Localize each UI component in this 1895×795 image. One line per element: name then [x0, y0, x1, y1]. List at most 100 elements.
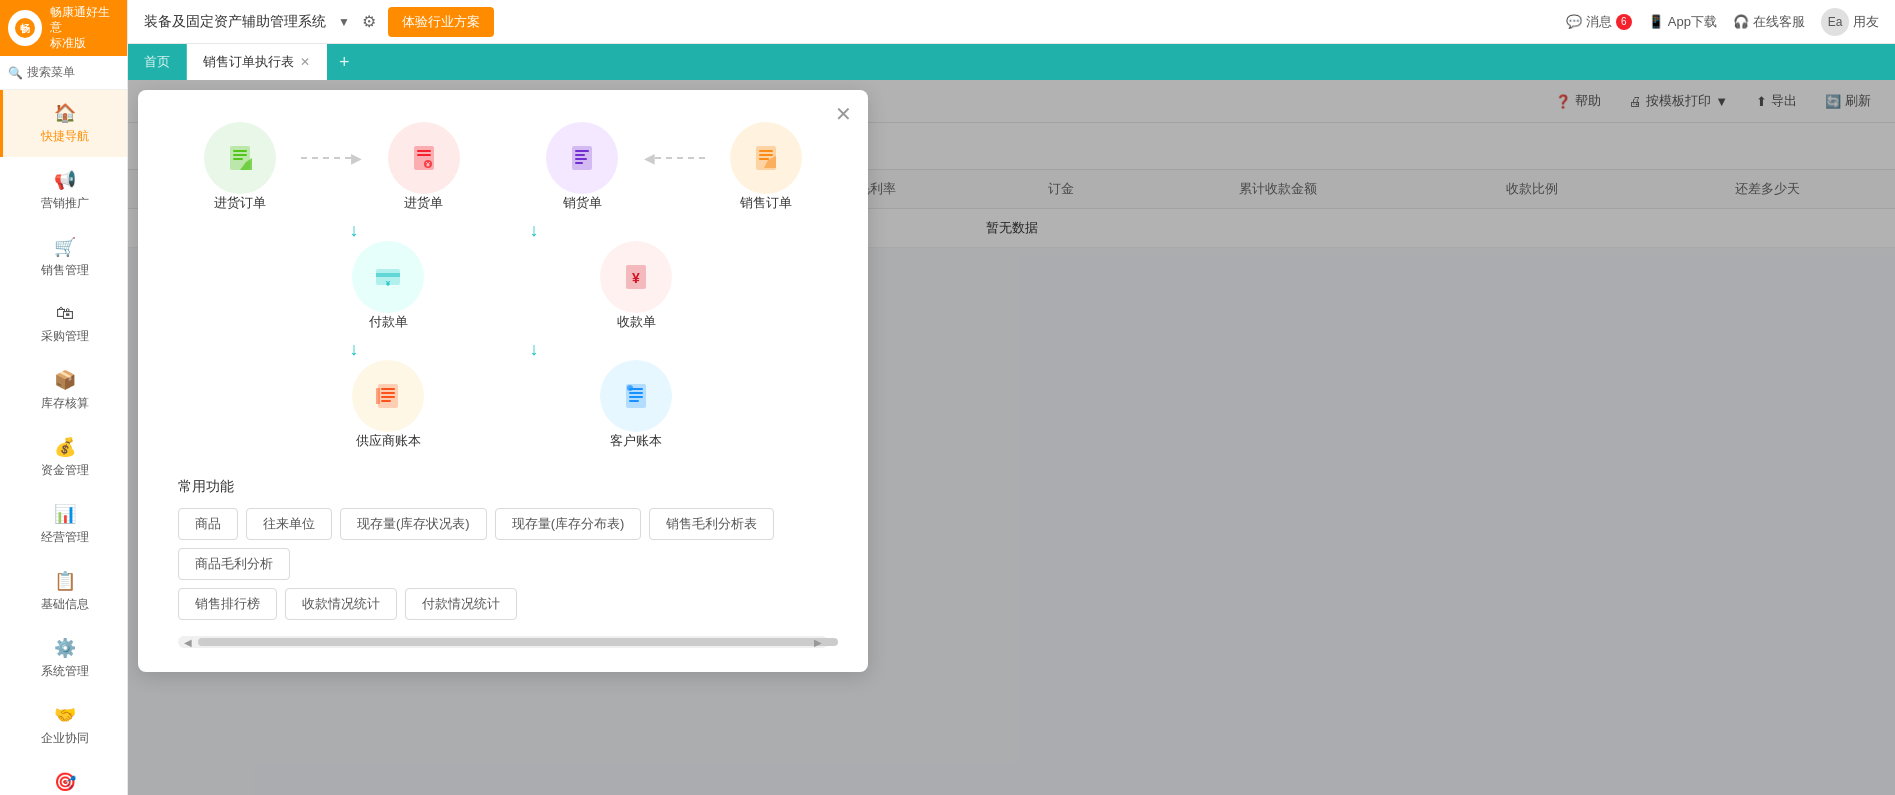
scrollbar-thumb[interactable]: [198, 638, 838, 646]
common-funcs-title: 常用功能: [178, 478, 828, 496]
payment-icon: ¥: [352, 241, 424, 313]
sidebar-item-system[interactable]: ⚙️ 系统管理: [0, 625, 127, 692]
marketing-icon: 📢: [54, 169, 76, 191]
online-service-btn[interactable]: 🎧 在线客服: [1733, 13, 1805, 31]
tab-sales-order[interactable]: 销售订单执行表 ✕: [187, 44, 327, 80]
download-icon: 📱: [1648, 14, 1664, 29]
down-arrows-row-2: ↓ ↓: [178, 339, 828, 360]
search-icon: 🔍: [8, 66, 23, 80]
svg-rect-26: [381, 388, 395, 390]
newbie-icon: 🎯: [54, 771, 76, 793]
sidebar-item-operations[interactable]: 📊 经营管理: [0, 491, 127, 558]
sidebar-item-collab[interactable]: 🤝 企业协同: [0, 692, 127, 759]
svg-rect-29: [381, 400, 391, 402]
svg-rect-33: [629, 392, 643, 394]
tab-home[interactable]: 首页: [128, 44, 187, 80]
flow-row-1: 进货订单 ▶ ¥: [178, 122, 828, 212]
svg-rect-34: [629, 396, 643, 398]
svg-text:¥: ¥: [386, 279, 391, 288]
svg-rect-15: [575, 162, 583, 164]
flow-item-customer-ledger[interactable]: 客户账本: [566, 360, 706, 450]
sidebar: 畅 畅康通好生意 标准版 🔍 搜索菜单 🏠 快捷导航 📢 营销推广 🛒 销售管理: [0, 0, 128, 795]
overlay[interactable]: ✕ 进货订单: [128, 80, 1895, 795]
service-icon: 🎧: [1733, 14, 1749, 29]
svg-rect-7: [417, 150, 431, 152]
sidebar-item-finance[interactable]: 💰 资金管理: [0, 424, 127, 491]
popup-scrollbar[interactable]: ◀ ▶: [178, 636, 828, 648]
svg-rect-14: [575, 158, 587, 160]
svg-rect-3: [233, 150, 247, 152]
svg-rect-19: [759, 158, 769, 160]
func-buttons-row-1: 商品 往来单位 现存量(库存状况表) 现存量(库存分布表) 销售毛利分析表 商品…: [178, 508, 828, 580]
sidebar-item-quick-nav[interactable]: 🏠 快捷导航: [0, 90, 127, 157]
svg-text:¥: ¥: [426, 161, 430, 168]
user-menu[interactable]: Ea 用友: [1821, 8, 1879, 36]
sales-icon: [546, 122, 618, 194]
logo-icon: 畅: [8, 10, 42, 46]
func-btn-payment-stats[interactable]: 付款情况统计: [405, 588, 517, 620]
operations-icon: 📊: [54, 503, 76, 525]
func-buttons-row-2: 销售排行榜 收款情况统计 付款情况统计: [178, 588, 828, 620]
flow-item-sales-order[interactable]: 销售订单: [705, 122, 828, 212]
experience-btn[interactable]: 体验行业方案: [388, 7, 494, 37]
flow-item-supplier-ledger[interactable]: 供应商账本: [318, 360, 458, 450]
sidebar-item-basic-info[interactable]: 📋 基础信息: [0, 558, 127, 625]
flow-item-sales[interactable]: 销货单: [521, 122, 644, 212]
message-icon: 💬: [1566, 14, 1582, 29]
svg-text:¥: ¥: [632, 270, 640, 286]
sales-icon: 🛒: [54, 236, 76, 258]
avatar: Ea: [1821, 8, 1849, 36]
system-dropdown[interactable]: ▼: [338, 15, 350, 29]
flow-row-2: ¥ 付款单 ¥ 收款单: [178, 241, 828, 331]
message-btn[interactable]: 💬 消息 6: [1566, 13, 1632, 31]
system-name: 装备及固定资产辅助管理系统: [144, 13, 326, 31]
receipt-icon: ¥: [600, 241, 672, 313]
logo-text: 畅康通好生意 标准版: [50, 5, 119, 52]
svg-text:畅: 畅: [20, 23, 30, 34]
svg-rect-12: [575, 150, 589, 152]
flow-item-purchase-order[interactable]: 进货订单: [178, 122, 301, 212]
func-btn-goods[interactable]: 商品: [178, 508, 238, 540]
sidebar-item-sales[interactable]: 🛒 销售管理: [0, 224, 127, 291]
down-arrow-receipt: ↓: [498, 339, 570, 360]
sidebar-item-newbie[interactable]: 🎯 新手引导: [0, 759, 127, 795]
sidebar-item-purchase[interactable]: 🛍 采购管理: [0, 291, 127, 357]
settings-icon[interactable]: ⚙: [362, 12, 376, 31]
system-icon: ⚙️: [54, 637, 76, 659]
down-arrow-purchase: ↓: [318, 220, 390, 241]
func-btn-receipt-stats[interactable]: 收款情况统计: [285, 588, 397, 620]
func-btn-stock-status[interactable]: 现存量(库存状况表): [340, 508, 487, 540]
flow-diagram: 进货订单 ▶ ¥: [178, 122, 828, 470]
tab-add-btn[interactable]: +: [327, 52, 362, 73]
sidebar-search[interactable]: 🔍 搜索菜单: [0, 56, 127, 90]
func-btn-sales-profit[interactable]: 销售毛利分析表: [649, 508, 774, 540]
arrow-1: ▶: [301, 122, 362, 194]
flow-item-payment[interactable]: ¥ 付款单: [318, 241, 458, 331]
tab-close-icon[interactable]: ✕: [300, 55, 310, 69]
svg-rect-35: [629, 400, 639, 402]
app-download-btn[interactable]: 📱 App下载: [1648, 13, 1717, 31]
tabbar: 首页 销售订单执行表 ✕ +: [128, 44, 1895, 80]
func-btn-stock-dist[interactable]: 现存量(库存分布表): [495, 508, 642, 540]
func-btn-partner[interactable]: 往来单位: [246, 508, 332, 540]
sidebar-item-inventory[interactable]: 📦 库存核算: [0, 357, 127, 424]
purchase-icon: ¥: [388, 122, 460, 194]
popup-close-btn[interactable]: ✕: [835, 102, 852, 126]
func-btn-sales-rank[interactable]: 销售排行榜: [178, 588, 277, 620]
svg-rect-21: [376, 273, 400, 277]
flow-item-receipt[interactable]: ¥ 收款单: [566, 241, 706, 331]
func-btn-goods-profit[interactable]: 商品毛利分析: [178, 548, 290, 580]
down-arrows-row: ↓ ↓: [178, 220, 828, 241]
purchase-order-icon: [204, 122, 276, 194]
down-arrow-sales: ↓: [498, 220, 570, 241]
scrollbar-right-btn[interactable]: ▶: [808, 636, 828, 648]
flow-item-purchase[interactable]: ¥ 进货单: [362, 122, 485, 212]
inventory-icon: 📦: [54, 369, 76, 391]
sidebar-item-marketing[interactable]: 📢 营销推广: [0, 157, 127, 224]
customer-ledger-icon: [600, 360, 672, 432]
common-funcs: 常用功能 商品 往来单位 现存量(库存状况表) 现存量(库存分布表) 销售毛利分…: [178, 478, 828, 620]
message-badge: 6: [1616, 14, 1632, 30]
main-area: 装备及固定资产辅助管理系统 ▼ ⚙ 体验行业方案 💬 消息 6 📱 App下载 …: [128, 0, 1895, 795]
scrollbar-left-btn[interactable]: ◀: [178, 636, 198, 648]
purchase-icon: 🛍: [56, 303, 74, 324]
